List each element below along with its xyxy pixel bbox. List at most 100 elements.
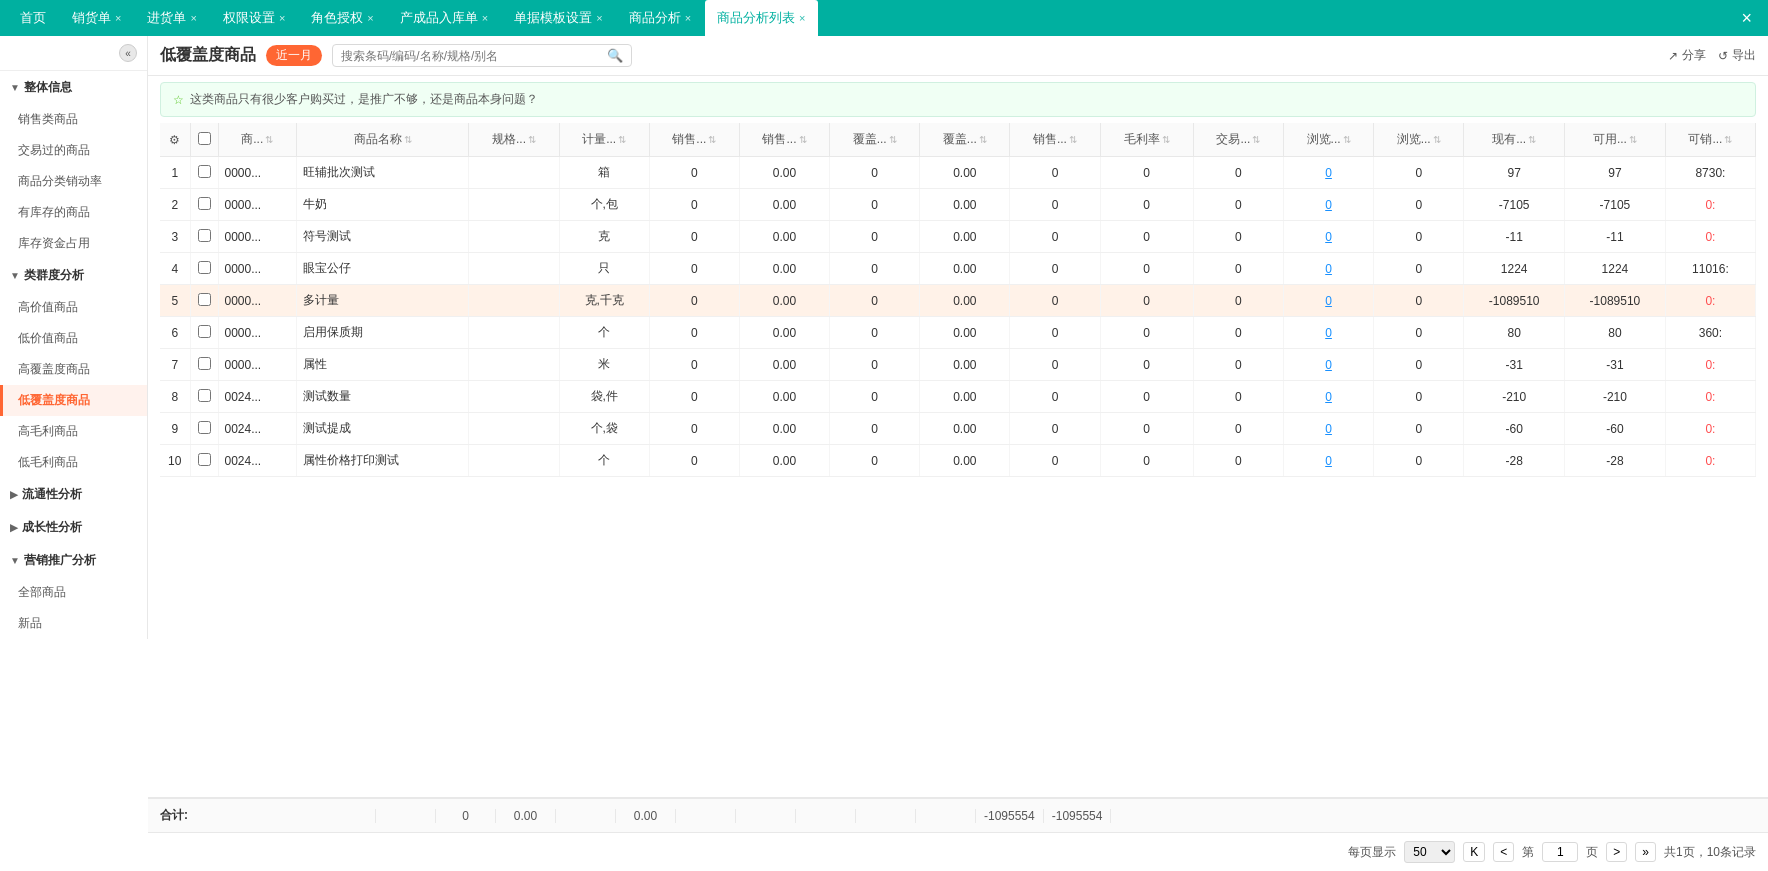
row-browse1[interactable]: 0	[1283, 253, 1373, 285]
first-page-button[interactable]: K	[1463, 842, 1485, 862]
sidebar-section-liquidity[interactable]: ▶ 流通性分析	[0, 478, 147, 511]
close-icon[interactable]: ×	[799, 12, 805, 24]
row-sales2: 0.00	[739, 253, 829, 285]
row-checkbox[interactable]	[190, 253, 218, 285]
sidebar-item-high-margin[interactable]: 高毛利商品	[0, 416, 147, 447]
close-icon[interactable]: ×	[279, 12, 285, 24]
close-icon[interactable]: ×	[482, 12, 488, 24]
search-input[interactable]	[341, 49, 607, 63]
row-sales2: 0.00	[739, 445, 829, 477]
spec-column-header: 规格...⇅	[469, 123, 559, 157]
row-unit: 米	[559, 349, 649, 381]
row-sales2: 0.00	[739, 413, 829, 445]
browse1-column-header: 浏览...⇅	[1283, 123, 1373, 157]
page-number-input[interactable]	[1542, 842, 1578, 862]
row-checkbox[interactable]	[190, 381, 218, 413]
close-icon[interactable]: ×	[685, 12, 691, 24]
row-sales2: 0.00	[739, 157, 829, 189]
sidebar-item-low-margin[interactable]: 低毛利商品	[0, 447, 147, 478]
row-browse1[interactable]: 0	[1283, 413, 1373, 445]
checkbox-column-header[interactable]	[190, 123, 218, 157]
row-browse2: 0	[1374, 189, 1464, 221]
select-all-checkbox[interactable]	[198, 132, 211, 145]
close-all-button[interactable]: ×	[1733, 8, 1760, 29]
nav-product-analysis-list[interactable]: 商品分析列表 ×	[705, 0, 817, 36]
sidebar-section-marketing[interactable]: ▼ 营销推广分析	[0, 544, 147, 577]
nav-permission[interactable]: 权限设置 ×	[211, 0, 297, 36]
row-trade: 0	[1193, 189, 1283, 221]
row-trade: 0	[1193, 445, 1283, 477]
share-button[interactable]: ↗ 分享	[1668, 47, 1706, 64]
sidebar-item-low-value[interactable]: 低价值商品	[0, 323, 147, 354]
nav-home[interactable]: 首页	[8, 0, 58, 36]
nav-product-warehouse[interactable]: 产成品入库单 ×	[388, 0, 500, 36]
row-cover2: 0.00	[920, 285, 1010, 317]
close-icon[interactable]: ×	[367, 12, 373, 24]
sidebar-collapse-button[interactable]: «	[119, 44, 137, 62]
row-current: 80	[1464, 317, 1565, 349]
close-icon[interactable]: ×	[596, 12, 602, 24]
row-browse1[interactable]: 0	[1283, 157, 1373, 189]
table-row: 100024...属性价格打印测试个00.0000.0000000-28-280…	[160, 445, 1756, 477]
data-table-container: ⚙ 商...⇅ 商品名称⇅ 规格...⇅ 计量...⇅ 销售...⇅ 销售...…	[160, 123, 1756, 797]
sidebar-item-all-goods[interactable]: 全部商品	[0, 577, 147, 608]
sidebar-item-low-coverage[interactable]: 低覆盖度商品	[0, 385, 147, 416]
row-margin: 0	[1100, 253, 1193, 285]
nav-product-analysis[interactable]: 商品分析 ×	[617, 0, 703, 36]
row-cover2: 0.00	[920, 349, 1010, 381]
row-checkbox[interactable]	[190, 445, 218, 477]
next-page-button[interactable]: >	[1606, 842, 1627, 862]
row-checkbox[interactable]	[190, 285, 218, 317]
row-browse1[interactable]: 0	[1283, 317, 1373, 349]
row-checkbox[interactable]	[190, 221, 218, 253]
nav-purchase-order[interactable]: 进货单 ×	[135, 0, 208, 36]
chevron-down-icon: ▼	[10, 82, 20, 93]
export-button[interactable]: ↺ 导出	[1718, 47, 1756, 64]
table-row: 80024...测试数量袋,件00.0000.0000000-210-2100:	[160, 381, 1756, 413]
row-cover1: 0	[830, 253, 920, 285]
time-filter-button[interactable]: 近一月	[266, 45, 322, 66]
row-checkbox[interactable]	[190, 413, 218, 445]
row-browse2: 0	[1374, 157, 1464, 189]
sidebar-section-overview[interactable]: ▼ 整体信息	[0, 71, 147, 104]
sidebar-item-stocked-goods[interactable]: 有库存的商品	[0, 197, 147, 228]
row-checkbox[interactable]	[190, 189, 218, 221]
row-available: -31	[1565, 349, 1666, 381]
sidebar-item-new-goods[interactable]: 新品	[0, 608, 147, 639]
sidebar-item-traded-goods[interactable]: 交易过的商品	[0, 135, 147, 166]
row-browse1[interactable]: 0	[1283, 221, 1373, 253]
row-checkbox[interactable]	[190, 317, 218, 349]
prev-page-button[interactable]: <	[1493, 842, 1514, 862]
nav-sales-order[interactable]: 销货单 ×	[60, 0, 133, 36]
row-browse1[interactable]: 0	[1283, 381, 1373, 413]
row-browse1[interactable]: 0	[1283, 349, 1373, 381]
sidebar-item-high-coverage[interactable]: 高覆盖度商品	[0, 354, 147, 385]
sidebar-section-cluster-analysis[interactable]: ▼ 类群度分析	[0, 259, 147, 292]
sidebar-item-sales-goods[interactable]: 销售类商品	[0, 104, 147, 135]
sidebar-item-high-value[interactable]: 高价值商品	[0, 292, 147, 323]
row-checkbox[interactable]	[190, 349, 218, 381]
settings-column-header[interactable]: ⚙	[160, 123, 190, 157]
row-checkbox[interactable]	[190, 157, 218, 189]
row-cover2: 0.00	[920, 253, 1010, 285]
close-icon[interactable]: ×	[190, 12, 196, 24]
row-browse1[interactable]: 0	[1283, 445, 1373, 477]
row-sales3: 0	[1010, 445, 1100, 477]
sidebar-section-growth[interactable]: ▶ 成长性分析	[0, 511, 147, 544]
row-browse1[interactable]: 0	[1283, 189, 1373, 221]
available-column-header: 可用...⇅	[1565, 123, 1666, 157]
nav-role-auth[interactable]: 角色授权 ×	[299, 0, 385, 36]
last-page-button[interactable]: »	[1635, 842, 1656, 862]
nav-template-settings[interactable]: 单据模板设置 ×	[502, 0, 614, 36]
sidebar-item-category-turnover[interactable]: 商品分类销动率	[0, 166, 147, 197]
row-browse2: 0	[1374, 285, 1464, 317]
page-size-select[interactable]: 50 20 100	[1404, 841, 1455, 863]
row-code: 0000...	[218, 189, 297, 221]
row-code: 0000...	[218, 285, 297, 317]
current-column-header: 现有...⇅	[1464, 123, 1565, 157]
close-icon[interactable]: ×	[115, 12, 121, 24]
table-row: 40000...眼宝公仔只00.0000.0000000122412241101…	[160, 253, 1756, 285]
row-browse1[interactable]: 0	[1283, 285, 1373, 317]
row-sales3: 0	[1010, 285, 1100, 317]
sidebar-item-inventory-capital[interactable]: 库存资金占用	[0, 228, 147, 259]
